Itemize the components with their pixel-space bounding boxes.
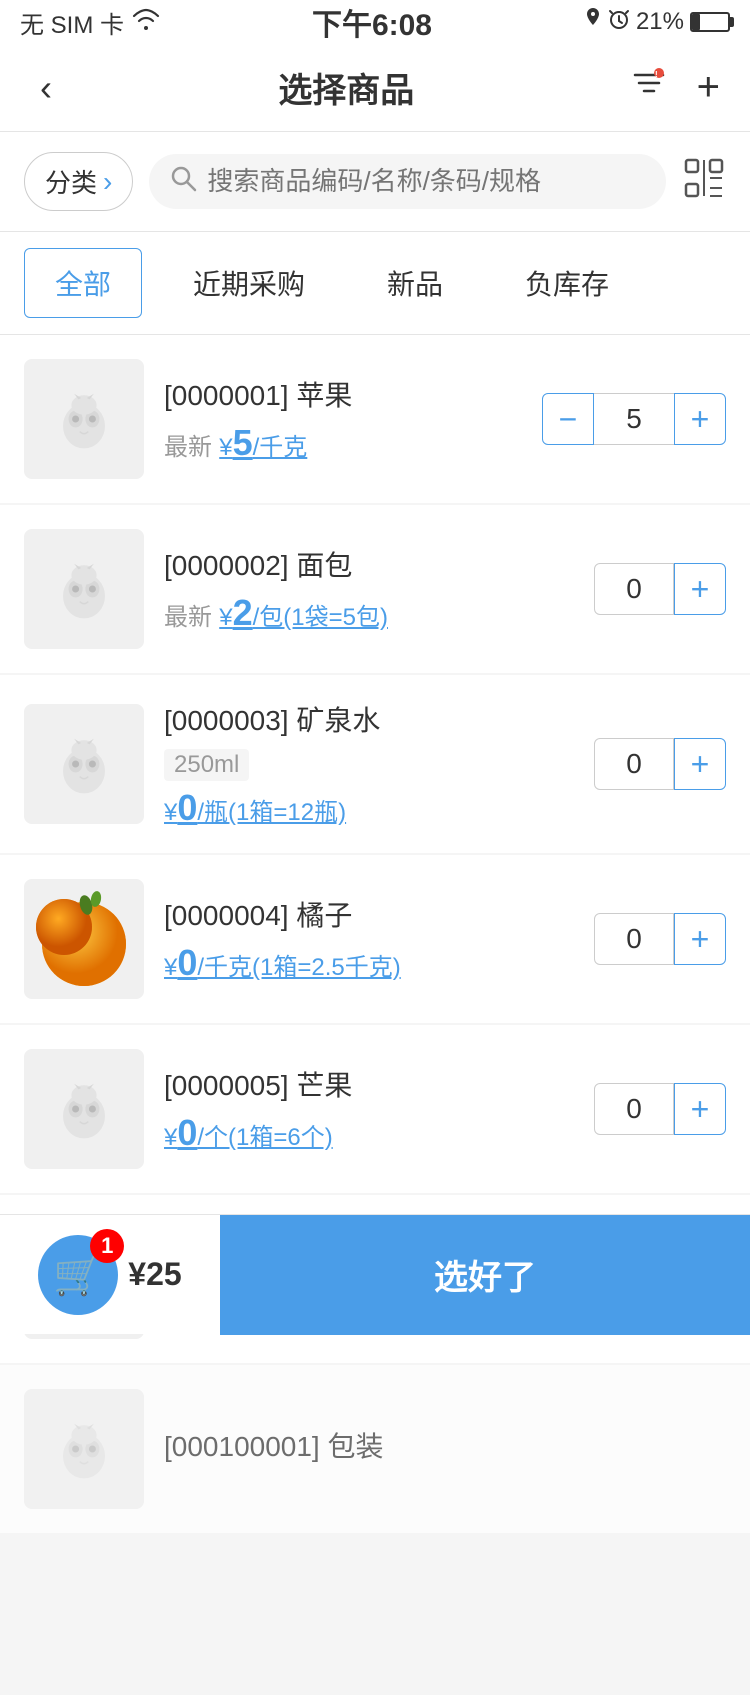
cart-badge: 1	[90, 1229, 124, 1263]
product-image	[24, 359, 144, 479]
product-name: [000100001] 包装	[164, 1425, 726, 1465]
product-spec: 250ml	[164, 749, 249, 781]
product-image	[24, 1389, 144, 1509]
qty-control: +	[594, 738, 726, 790]
list-item: [0000005] 芒果 ¥0/个(1箱=6个) +	[0, 1025, 750, 1193]
product-image	[24, 529, 144, 649]
alarm-icon	[608, 8, 630, 37]
product-info: [000100001] 包装	[164, 1425, 726, 1473]
product-name: [0000005] 芒果	[164, 1064, 574, 1104]
product-info: [0000004] 橘子 ¥0/千克(1箱=2.5千克)	[164, 894, 574, 984]
product-info: [0000001] 苹果 最新 ¥5/千克	[164, 374, 522, 464]
svg-text:!: !	[655, 70, 658, 79]
product-info: [0000003] 矿泉水 250ml ¥0/瓶(1箱=12瓶)	[164, 699, 574, 829]
category-label: 分类	[45, 163, 97, 200]
battery-percent: 21%	[636, 8, 684, 36]
list-item: [000100001] 包装	[0, 1365, 750, 1533]
tab-all[interactable]: 全部	[24, 248, 142, 318]
page-title: 选择商品	[278, 63, 414, 112]
product-image	[24, 1049, 144, 1169]
qty-control: − +	[542, 393, 726, 445]
qty-plus-button[interactable]: +	[674, 738, 726, 790]
wifi-icon	[132, 8, 160, 37]
product-price: 最新 ¥2/包(1袋=5包)	[164, 592, 574, 634]
qty-input[interactable]	[594, 913, 674, 965]
product-price: ¥0/千克(1箱=2.5千克)	[164, 942, 574, 984]
qty-input[interactable]	[594, 1083, 674, 1135]
cart-total: ¥25	[128, 1256, 181, 1293]
location-icon	[584, 8, 602, 37]
status-time: 下午6:08	[312, 0, 432, 44]
status-right: 21%	[584, 8, 730, 37]
tab-negative-stock[interactable]: 负库存	[494, 248, 640, 318]
battery-icon	[690, 12, 730, 32]
filter-icon[interactable]: !	[631, 65, 667, 110]
add-button[interactable]: +	[697, 65, 720, 110]
bottom-bar: 🛒 1 ¥25 选好了	[0, 1214, 750, 1334]
qty-input[interactable]	[594, 393, 674, 445]
list-item: [0000003] 矿泉水 250ml ¥0/瓶(1箱=12瓶) +	[0, 675, 750, 853]
product-price: ¥0/瓶(1箱=12瓶)	[164, 787, 574, 829]
qty-input[interactable]	[594, 738, 674, 790]
product-image	[24, 704, 144, 824]
product-name: [0000001] 苹果	[164, 374, 522, 414]
qty-plus-button[interactable]: +	[674, 563, 726, 615]
qty-input[interactable]	[594, 563, 674, 615]
list-item: [0000002] 面包 最新 ¥2/包(1袋=5包) +	[0, 505, 750, 673]
nav-right-actions: ! +	[631, 65, 720, 110]
category-chevron: ›	[103, 166, 112, 198]
tab-recent[interactable]: 近期采购	[162, 248, 336, 318]
confirm-button[interactable]: 选好了	[220, 1215, 750, 1335]
product-info: [0000005] 芒果 ¥0/个(1箱=6个)	[164, 1064, 574, 1154]
status-left: 无 SIM 卡	[20, 5, 160, 40]
category-button[interactable]: 分类 ›	[24, 152, 133, 211]
search-input-wrap	[149, 154, 666, 209]
cart-area: 🛒 1 ¥25	[0, 1235, 220, 1315]
search-icon	[169, 164, 197, 199]
product-price: ¥0/个(1箱=6个)	[164, 1112, 574, 1154]
cart-icon-wrap[interactable]: 🛒 1	[38, 1235, 118, 1315]
qty-control: +	[594, 563, 726, 615]
product-name: [0000004] 橘子	[164, 894, 574, 934]
qty-plus-button[interactable]: +	[674, 393, 726, 445]
carrier-text: 无 SIM 卡	[20, 5, 124, 40]
list-item: [0000001] 苹果 最新 ¥5/千克 − +	[0, 335, 750, 503]
tab-new[interactable]: 新品	[356, 248, 474, 318]
qty-control: +	[594, 1083, 726, 1135]
product-info: [0000002] 面包 最新 ¥2/包(1袋=5包)	[164, 544, 574, 634]
tabs-row: 全部 近期采购 新品 负库存	[0, 232, 750, 335]
qty-control: +	[594, 913, 726, 965]
product-image	[24, 879, 144, 999]
product-list: [0000001] 苹果 最新 ¥5/千克 − +	[0, 335, 750, 1695]
product-name: [0000003] 矿泉水	[164, 699, 574, 739]
nav-bar: ‹ 选择商品 ! +	[0, 44, 750, 132]
list-item: [0000004] 橘子 ¥0/千克(1箱=2.5千克) +	[0, 855, 750, 1023]
product-name: [0000002] 面包	[164, 544, 574, 584]
qty-plus-button[interactable]: +	[674, 1083, 726, 1135]
status-bar: 无 SIM 卡 下午6:08 21%	[0, 0, 750, 44]
qty-minus-button[interactable]: −	[542, 393, 594, 445]
scan-icon[interactable]	[682, 156, 726, 208]
back-button[interactable]: ‹	[30, 57, 62, 119]
search-row: 分类 ›	[0, 132, 750, 232]
product-price: 最新 ¥5/千克	[164, 422, 522, 464]
qty-plus-button[interactable]: +	[674, 913, 726, 965]
search-input[interactable]	[207, 166, 646, 197]
